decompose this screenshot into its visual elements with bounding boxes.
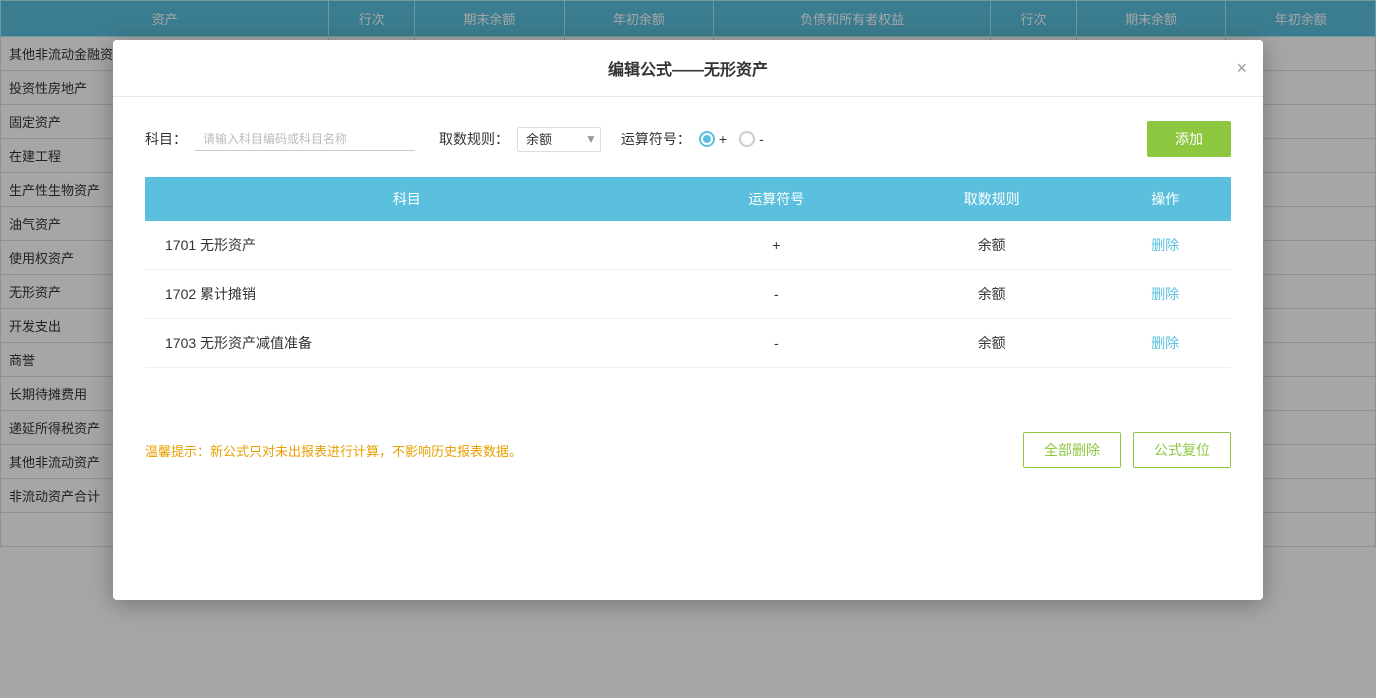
formula-operator-cell: - [669,270,884,319]
operator-minus-item[interactable]: - [739,131,764,147]
modal-overlay: 编辑公式——无形资产 × 科目： 取数规则： 余额 借方 [0,0,1376,698]
hint-text: 温馨提示：新公式只对未出报表进行计算，不影响历史报表数据。 [145,441,522,460]
rule-select-wrapper: 余额 借方 贷方 借方发生额 贷方发生额 ▼ [517,127,597,152]
formula-col-header: 取数规则 [884,177,1099,221]
formula-rule-cell: 余额 [884,270,1099,319]
formula-rule-cell: 余额 [884,221,1099,270]
modal-body: 科目： 取数规则： 余额 借方 贷方 借方发生额 贷方发生额 ▼ [113,97,1263,416]
rule-field: 取数规则： 余额 借方 贷方 借方发生额 贷方发生额 ▼ [439,127,597,152]
operator-minus-label: - [759,131,764,147]
delete-row-button[interactable]: 删除 [1151,335,1179,351]
subject-input[interactable] [195,127,415,151]
close-icon[interactable]: × [1236,59,1247,77]
formula-action-cell: 删除 [1099,270,1231,319]
table-row: 1701 无形资产+余额 删除 [145,221,1231,270]
formula-table: 科目运算符号取数规则操作 1701 无形资产+余额删除1702 累计摊销-余额删… [145,177,1231,368]
formula-table-body: 1701 无形资产+余额删除1702 累计摊销-余额删除1703 无形资产减值准… [145,221,1231,368]
subject-label: 科目： [145,129,187,149]
modal-title: 编辑公式——无形资产 [608,62,768,79]
operator-label: 运算符号： [621,129,691,149]
formula-subject-cell: 1702 累计摊销 [145,270,669,319]
formula-action-cell: 删除 [1099,221,1231,270]
radio-minus-circle [739,131,755,147]
rule-select[interactable]: 余额 借方 贷方 借方发生额 贷方发生额 [517,127,601,152]
formula-col-header: 运算符号 [669,177,884,221]
formula-table-head: 科目运算符号取数规则操作 [145,177,1231,221]
delete-row-button[interactable]: 删除 [1151,286,1179,302]
formula-operator-cell: + [669,221,884,270]
formula-subject-cell: 1703 无形资产减值准备 [145,319,669,368]
formula-col-header: 科目 [145,177,669,221]
operator-radio-group: + - [699,131,764,147]
reset-formula-button[interactable]: 公式复位 [1133,432,1231,468]
edit-formula-modal: 编辑公式——无形资产 × 科目： 取数规则： 余额 借方 [113,40,1263,600]
table-row: 1703 无形资产减值准备-余额 删除 [145,319,1231,368]
operator-field: 运算符号： + - [621,129,764,149]
formula-operator-cell: - [669,319,884,368]
subject-field: 科目： [145,127,415,151]
formula-rule-cell: 余额 [884,319,1099,368]
modal-footer: 温馨提示：新公式只对未出报表进行计算，不影响历史报表数据。 全部删除 公式复位 [113,416,1263,492]
add-button[interactable]: 添加 [1147,121,1231,157]
formula-subject-cell: 1701 无形资产 [145,221,669,270]
form-row: 科目： 取数规则： 余额 借方 贷方 借方发生额 贷方发生额 ▼ [145,121,1231,157]
table-row: 1702 累计摊销-余额 删除 [145,270,1231,319]
operator-plus-item[interactable]: + [699,131,727,147]
delete-row-button[interactable]: 删除 [1151,237,1179,253]
radio-plus-circle [699,131,715,147]
delete-all-button[interactable]: 全部删除 [1023,432,1121,468]
operator-plus-label: + [719,131,727,147]
modal-header: 编辑公式——无形资产 × [113,40,1263,97]
rule-label: 取数规则： [439,129,509,149]
footer-buttons: 全部删除 公式复位 [1023,432,1231,468]
formula-action-cell: 删除 [1099,319,1231,368]
formula-col-header: 操作 [1099,177,1231,221]
